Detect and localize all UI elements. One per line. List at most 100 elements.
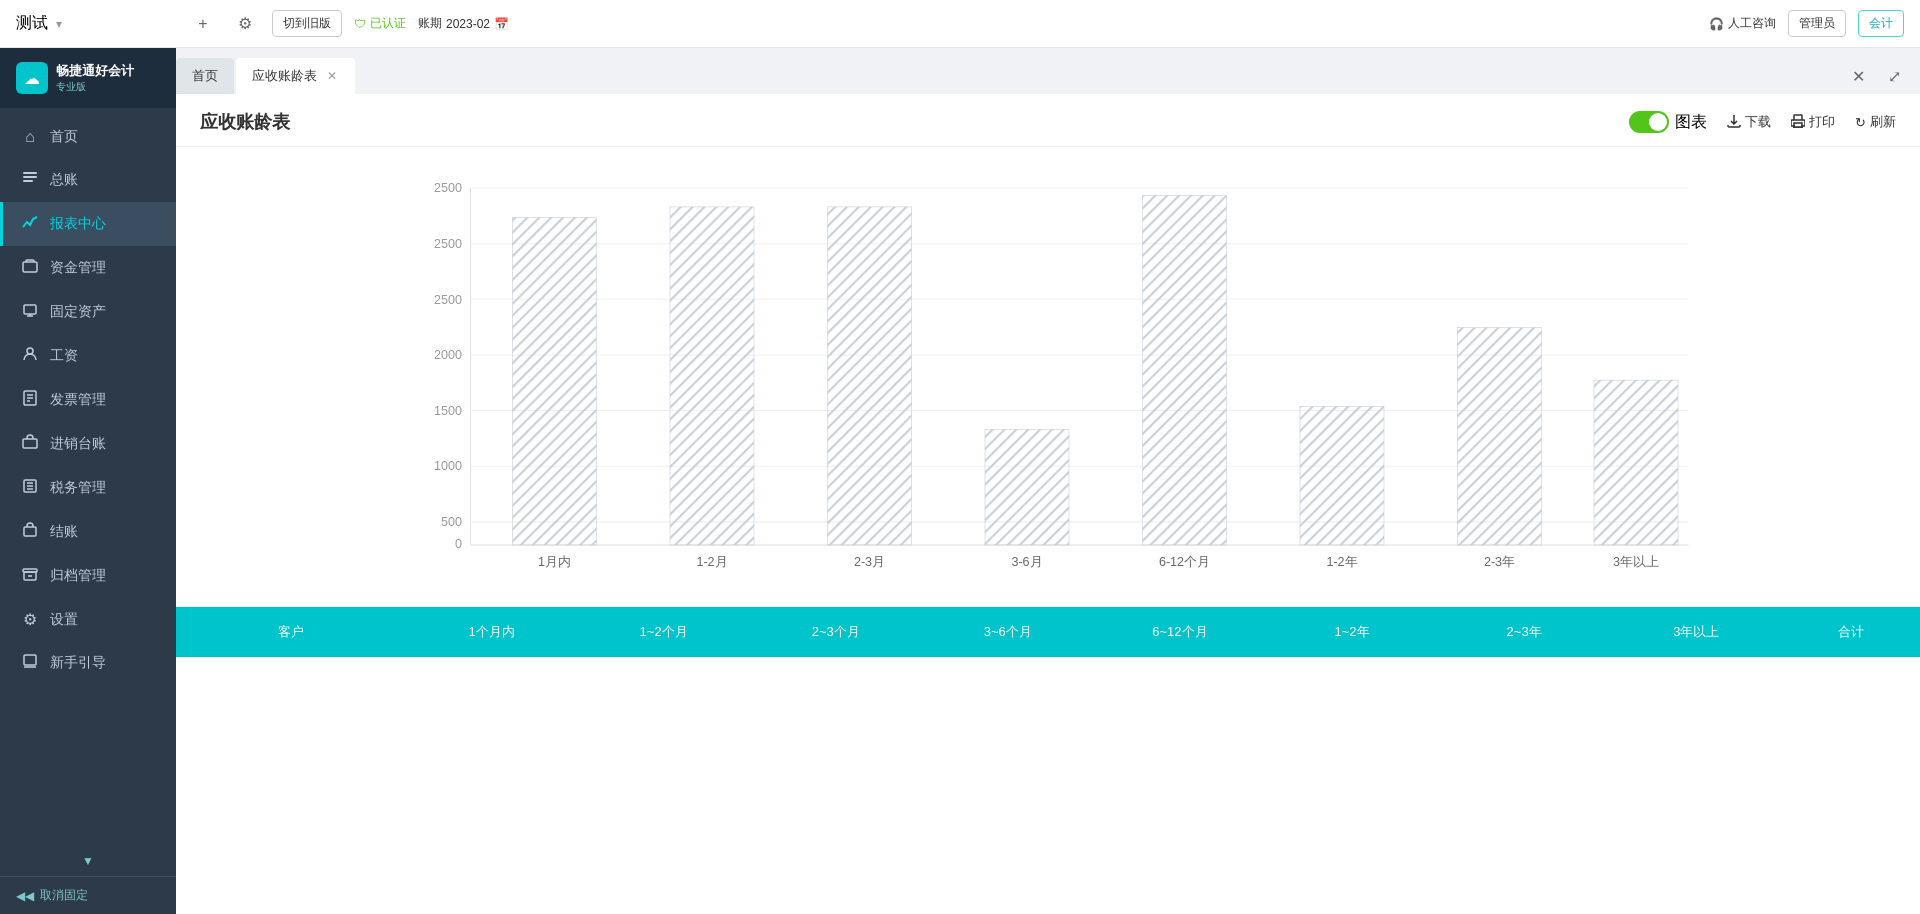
svg-rect-23 [1794,115,1802,120]
sidebar-item-label: 新手引导 [50,654,106,672]
guide-icon [20,653,40,673]
download-button[interactable]: 下载 [1727,113,1771,131]
sidebar-item-label: 税务管理 [50,479,106,497]
svg-text:2500: 2500 [434,181,462,195]
chart-toggle[interactable]: 图表 [1629,111,1707,133]
unpin-button[interactable]: ◀◀ 取消固定 [0,876,176,914]
tab-right-actions: ✕ ⤢ [1832,58,1920,94]
th-total: 合计 [1782,607,1920,657]
switch-thumb [1649,113,1667,131]
svg-text:6-12个月: 6-12个月 [1159,555,1210,569]
expand-button[interactable]: ⤢ [1880,62,1908,90]
tab-bar: 首页 应收账龄表 ✕ ✕ ⤢ [176,48,1920,94]
cert-badge: 🛡 已认证 [354,15,406,32]
pin-icon: ◀◀ [16,889,34,903]
sidebar-item-tax[interactable]: 税务管理 [0,466,176,510]
tab-home[interactable]: 首页 [176,58,234,94]
sidebar-item-settings[interactable]: ⚙ 设置 [0,598,176,641]
sidebar-item-label: 首页 [50,128,78,146]
headset-icon: 🎧 [1709,17,1724,31]
sidebar-item-payroll[interactable]: 工资 [0,334,176,378]
tab-aging[interactable]: 应收账龄表 ✕ [236,58,355,94]
sidebar-item-inventory[interactable]: 进销台账 [0,422,176,466]
sidebar-nav: ⌂ 首页 总账 报表中心 资金管理 [0,108,176,846]
sidebar-item-capital[interactable]: 资金管理 [0,246,176,290]
table-container: 客户 1个月内 1~2个月 2~3个月 3~6个月 6~12个月 1~2年 2~… [176,607,1920,657]
sidebar-item-archive[interactable]: 归档管理 [0,554,176,598]
settings-icon: ⚙ [20,610,40,629]
sidebar-item-label: 设置 [50,611,78,629]
download-icon [1727,114,1741,131]
svg-text:2-3年: 2-3年 [1484,555,1515,569]
bar-3年以上 [1594,380,1678,545]
sidebar-item-guide[interactable]: 新手引导 [0,641,176,685]
logo-icon: ☁ [16,62,48,94]
download-label: 下载 [1745,113,1771,131]
print-button[interactable]: 打印 [1791,113,1835,131]
svg-rect-1 [23,176,37,178]
svg-point-7 [27,348,33,354]
sidebar: ☁ 畅捷通好会计 专业版 ⌂ 首页 总账 报表中心 [0,48,176,914]
sidebar-item-ledger[interactable]: 总账 [0,158,176,202]
settings-icon[interactable]: ⚙ [230,9,260,39]
sidebar-logo: ☁ 畅捷通好会计 专业版 [0,48,176,108]
svg-rect-4 [24,305,36,314]
page-content: 应收账龄表 图表 下载 [176,94,1920,914]
svg-text:3-6月: 3-6月 [1011,555,1042,569]
th-6-12month: 6~12个月 [1094,607,1266,657]
manager-button[interactable]: 管理员 [1788,10,1846,37]
print-icon [1791,114,1805,131]
th-2-3year: 2~3年 [1438,607,1610,657]
svg-text:2000: 2000 [434,348,462,362]
company-selector[interactable]: 测试 ▾ [16,13,176,34]
svg-rect-2 [23,180,33,182]
th-2-3month: 2~3个月 [750,607,922,657]
accountant-button[interactable]: 会计 [1858,10,1904,37]
svg-text:2500: 2500 [434,237,462,251]
content-area: 首页 应收账龄表 ✕ ✕ ⤢ 应收账龄表 图表 [176,48,1920,914]
period-label: 账期 [418,15,442,32]
tax-icon [20,478,40,498]
page-actions: 图表 下载 打印 ↻ [1629,111,1896,133]
switch-track[interactable] [1629,111,1669,133]
bar-2-3年 [1458,328,1542,545]
logo-sub-text: 专业版 [56,80,134,94]
scroll-down-button[interactable]: ▼ [0,846,176,876]
calendar-icon[interactable]: 📅 [494,17,509,31]
svg-rect-3 [23,262,37,272]
sidebar-item-invoice[interactable]: 发票管理 [0,378,176,422]
switch-version-button[interactable]: 切到旧版 [272,10,342,37]
tab-close-button[interactable]: ✕ [325,67,339,85]
sidebar-item-close[interactable]: 结账 [0,510,176,554]
consult-label: 人工咨询 [1728,15,1776,32]
company-name: 测试 [16,13,48,34]
page-header: 应收账龄表 图表 下载 [176,94,1920,147]
bar-1月内 [513,217,597,545]
main-layout: ☁ 畅捷通好会计 专业版 ⌂ 首页 总账 报表中心 [0,48,1920,914]
sidebar-item-label: 资金管理 [50,259,106,277]
svg-text:1000: 1000 [434,459,462,473]
sidebar-item-home[interactable]: ⌂ 首页 [0,116,176,158]
sidebar-item-assets[interactable]: 固定资产 [0,290,176,334]
th-3-6month: 3~6个月 [922,607,1094,657]
svg-rect-12 [23,439,37,448]
sidebar-item-label: 报表中心 [50,215,106,233]
refresh-button[interactable]: ↻ 刷新 [1855,113,1896,131]
close-panel-button[interactable]: ✕ [1844,62,1872,90]
bar-3-6月 [985,430,1069,546]
close-period-icon [20,522,40,542]
sidebar-item-label: 归档管理 [50,567,106,585]
chevron-down-icon: ▼ [82,854,94,868]
payroll-icon [20,346,40,366]
consult-button[interactable]: 🎧 人工咨询 [1709,15,1776,32]
sidebar-item-label: 发票管理 [50,391,106,409]
table-header: 客户 1个月内 1~2个月 2~3个月 3~6个月 6~12个月 1~2年 2~… [176,607,1920,657]
add-button[interactable]: + [188,9,218,39]
cert-text: 已认证 [370,15,406,32]
svg-rect-17 [24,527,36,536]
th-1-2year: 1~2年 [1266,607,1438,657]
sidebar-item-label: 总账 [50,171,78,189]
sidebar-item-reports[interactable]: 报表中心 [0,202,176,246]
chevron-down-icon[interactable]: ▾ [56,17,62,31]
svg-text:1500: 1500 [434,404,462,418]
